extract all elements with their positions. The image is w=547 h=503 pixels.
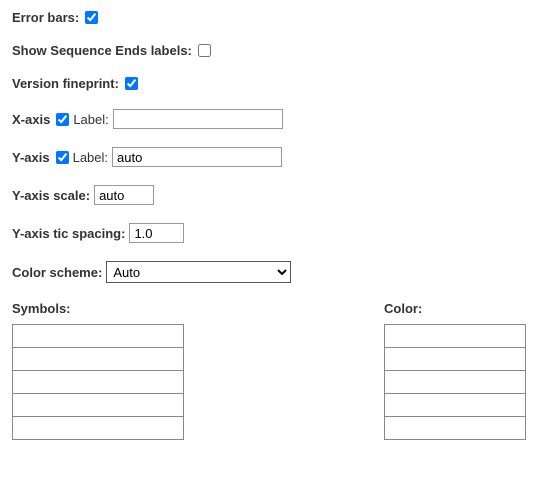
y-axis-label: Y-axis <box>12 150 50 165</box>
color-input-1[interactable] <box>385 348 525 370</box>
x-axis-sub-label: Label: <box>73 112 108 127</box>
symbols-header: Symbols: <box>12 301 184 316</box>
color-input-0[interactable] <box>385 325 525 347</box>
color-header: Color: <box>384 301 526 316</box>
y-tic-label: Y-axis tic spacing: <box>12 226 125 241</box>
color-input-3[interactable] <box>385 394 525 416</box>
version-fineprint-checkbox[interactable] <box>125 77 138 90</box>
color-table <box>384 324 526 440</box>
symbols-input-1[interactable] <box>13 348 183 370</box>
y-axis-input[interactable] <box>112 147 282 167</box>
y-axis-sub-label: Label: <box>73 150 108 165</box>
seq-ends-checkbox[interactable] <box>198 44 211 57</box>
color-input-4[interactable] <box>385 417 525 439</box>
error-bars-checkbox[interactable] <box>85 11 98 24</box>
symbols-input-4[interactable] <box>13 417 183 439</box>
symbols-table <box>12 324 184 440</box>
y-scale-label: Y-axis scale: <box>12 188 90 203</box>
error-bars-label: Error bars: <box>12 10 79 25</box>
y-tic-input[interactable] <box>129 223 184 243</box>
y-axis-checkbox[interactable] <box>56 151 69 164</box>
color-input-2[interactable] <box>385 371 525 393</box>
x-axis-checkbox[interactable] <box>56 113 69 126</box>
x-axis-input[interactable] <box>113 109 283 129</box>
color-scheme-label: Color scheme: <box>12 265 102 280</box>
symbols-input-0[interactable] <box>13 325 183 347</box>
version-fineprint-label: Version fineprint: <box>12 76 119 91</box>
y-scale-input[interactable] <box>94 185 154 205</box>
seq-ends-label: Show Sequence Ends labels: <box>12 43 192 58</box>
x-axis-label: X-axis <box>12 112 50 127</box>
symbols-input-2[interactable] <box>13 371 183 393</box>
symbols-input-3[interactable] <box>13 394 183 416</box>
color-scheme-select[interactable]: Auto <box>106 261 291 283</box>
